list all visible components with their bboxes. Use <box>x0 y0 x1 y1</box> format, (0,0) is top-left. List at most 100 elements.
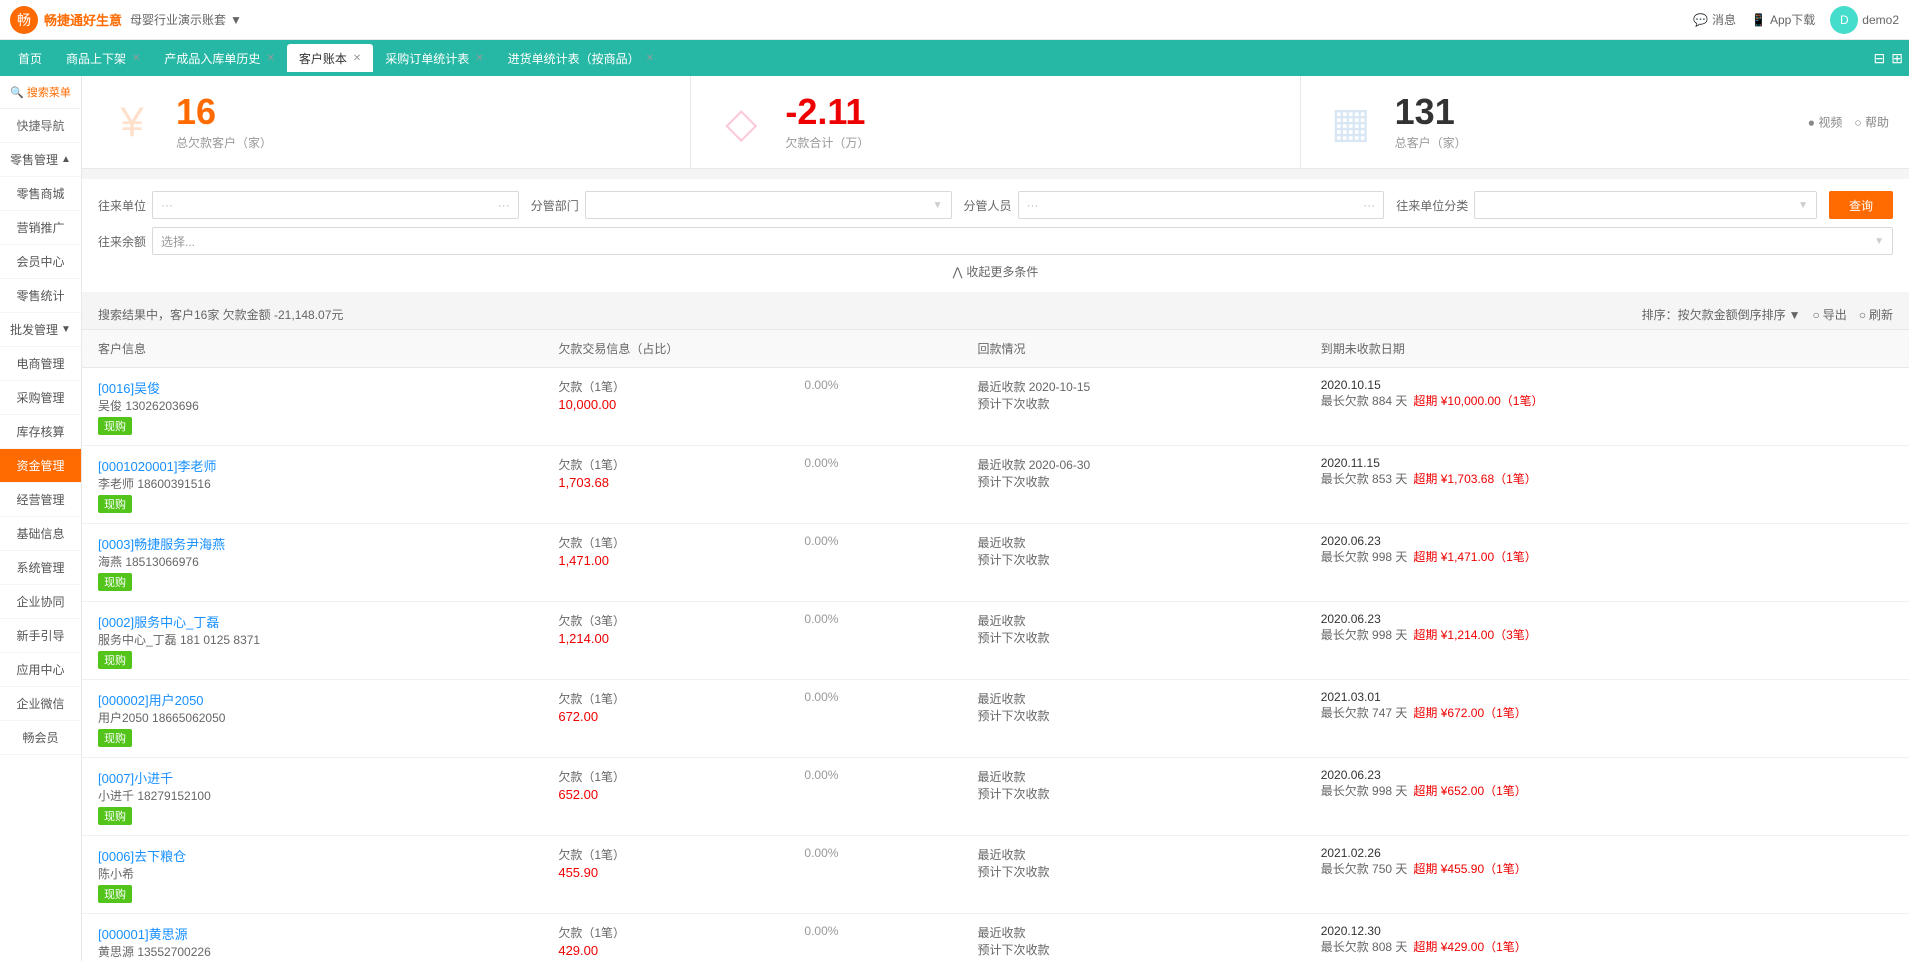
tab-product-history-close[interactable]: ✕ <box>266 53 274 64</box>
store-selector[interactable]: 母婴行业演示账套 ▼ <box>130 11 242 28</box>
overdue-link[interactable]: 超期 ¥1,214.00（3笔） <box>1413 626 1536 643</box>
sidebar-item-guide[interactable]: 新手引导 <box>0 619 81 653</box>
sidebar-item-wholesale[interactable]: 批发管理 ▼ <box>0 313 81 347</box>
due-date-cell: 2020.06.23 最长欠款 998 天 超期 ¥1,471.00（1笔） <box>1305 524 1909 602</box>
sidebar-item-operations[interactable]: 经营管理 <box>0 483 81 517</box>
tab-product-history[interactable]: 产成品入库单历史 ✕ <box>152 44 286 72</box>
overdue-link[interactable]: 超期 ¥429.00（1笔） <box>1413 938 1526 955</box>
sidebar-item-enterprise[interactable]: 企业协同 <box>0 585 81 619</box>
customer-tag: 现购 <box>98 885 132 903</box>
tab-customer-ledger-close[interactable]: ✕ <box>353 53 361 64</box>
stat-card-debt-total: ◇ -2.11 欠款合计（万） <box>691 76 1300 168</box>
customer-name-link[interactable]: [0001020001]李老师 <box>98 459 217 474</box>
user-menu[interactable]: D demo2 <box>1830 6 1899 34</box>
total-customers-icon: ▦ <box>1321 92 1381 152</box>
debt-amount: 10,000.00 <box>558 397 760 412</box>
chevron-down-icon: ▼ <box>230 13 242 27</box>
sidebar-item-ecommerce-label: 电商管理 <box>16 355 64 372</box>
chevron-up-icon: ⋀ <box>953 265 963 279</box>
sidebar-item-app-center[interactable]: 应用中心 <box>0 653 81 687</box>
sidebar-item-inventory[interactable]: 库存核算 <box>0 415 81 449</box>
due-date-cell: 2020.06.23 最长欠款 998 天 超期 ¥652.00（1笔） <box>1305 758 1909 836</box>
app-download-button[interactable]: 📱 App下载 <box>1751 11 1815 28</box>
tab-customer-ledger[interactable]: 客户账本 ✕ <box>287 44 373 72</box>
tab-product-listing-close[interactable]: ✕ <box>132 53 140 64</box>
tab-purchase-stats-label: 进货单统计表（按商品） <box>508 50 640 67</box>
overdue-link[interactable]: 超期 ¥1,471.00（1笔） <box>1413 548 1536 565</box>
customer-name-link[interactable]: [000002]用户2050 <box>98 693 204 708</box>
tab-product-listing[interactable]: 商品上下架 ✕ <box>54 44 152 72</box>
balance-select[interactable]: 选择... ▼ <box>152 227 1893 255</box>
chevron-down-icon: ▼ <box>1789 308 1801 322</box>
collapse-button[interactable]: ⋀ 收起更多条件 <box>953 263 1039 280</box>
debt-amount: 652.00 <box>558 787 760 802</box>
customer-name-link[interactable]: [0002]服务中心_丁磊 <box>98 615 219 630</box>
debt-info-cell: 欠款（1笔） 10,000.00 <box>542 368 776 446</box>
tab-minimize-icon[interactable]: ⊟ <box>1874 50 1886 67</box>
unit-class-select[interactable]: ▼ <box>1474 191 1817 219</box>
customer-name-link[interactable]: [0007]小进千 <box>98 771 173 786</box>
sidebar-item-purchase[interactable]: 采购管理 <box>0 381 81 415</box>
sidebar-item-retail-mall[interactable]: 零售商城 <box>0 177 81 211</box>
tab-home[interactable]: 首页 <box>6 44 54 72</box>
tab-purchase-order[interactable]: 采购订单统计表 ✕ <box>373 44 495 72</box>
debt-count: 欠款（1笔） <box>558 534 760 551</box>
sidebar-item-quick-nav[interactable]: 快捷导航 <box>0 109 81 143</box>
overdue-link[interactable]: 超期 ¥1,703.68（1笔） <box>1413 470 1536 487</box>
sidebar-item-operations-label: 经营管理 <box>16 491 64 508</box>
sidebar-item-inventory-label: 库存核算 <box>16 423 64 440</box>
mobile-icon: 📱 <box>1751 13 1766 27</box>
customer-name-link[interactable]: [000001]黄思源 <box>98 927 188 942</box>
video-help-button[interactable]: ● 视频 <box>1808 114 1843 131</box>
debt-percentage-cell: 0.00% <box>776 758 961 836</box>
overdue-link[interactable]: 超期 ¥652.00（1笔） <box>1413 782 1526 799</box>
debt-info-cell: 欠款（1笔） 652.00 <box>542 758 776 836</box>
export-button[interactable]: ○ 导出 <box>1812 306 1846 323</box>
from-unit-input[interactable]: ··· ··· <box>152 191 519 219</box>
refresh-button[interactable]: ○ 刷新 <box>1859 306 1893 323</box>
sidebar-item-marketing[interactable]: 营销推广 <box>0 211 81 245</box>
customer-phone: 用户2050 18665062050 <box>98 711 225 725</box>
sidebar-quick-nav-label: 快捷导航 <box>16 117 64 134</box>
sidebar-item-vip[interactable]: 畅会员 <box>0 721 81 755</box>
chevron-down-icon: ▼ <box>933 200 943 211</box>
customer-name-link[interactable]: [0006]去下粮仓 <box>98 849 186 864</box>
dept-select[interactable]: ▼ <box>585 191 952 219</box>
table-row: [000001]黄思源 黄思源 13552700226 现购 欠款（1笔） 42… <box>82 914 1909 961</box>
customer-tag: 现购 <box>98 807 132 825</box>
sidebar-item-wechat[interactable]: 企业微信 <box>0 687 81 721</box>
overdue-link[interactable]: 超期 ¥10,000.00（1笔） <box>1413 392 1543 409</box>
tab-expand-icon[interactable]: ⊞ <box>1891 50 1903 67</box>
sidebar-item-ecommerce[interactable]: 电商管理 <box>0 347 81 381</box>
sidebar-search[interactable]: 🔍 搜索菜单 <box>0 76 81 109</box>
help-button[interactable]: ○ 帮助 <box>1854 114 1889 131</box>
sidebar-item-finance[interactable]: 资金管理 <box>0 449 81 483</box>
sidebar-item-basic-info[interactable]: 基础信息 <box>0 517 81 551</box>
message-button[interactable]: 💬 消息 <box>1693 11 1736 28</box>
debt-customers-icon: ¥ <box>102 92 162 152</box>
person-input[interactable]: ··· ··· <box>1018 191 1385 219</box>
debt-percentage-cell: 0.00% <box>776 368 961 446</box>
customer-name-link[interactable]: [0016]吴俊 <box>98 381 160 396</box>
customer-name-link[interactable]: [0003]畅捷服务尹海燕 <box>98 537 225 552</box>
tab-purchase-stats[interactable]: 进货单统计表（按商品） ✕ <box>496 44 666 72</box>
sidebar-item-system[interactable]: 系统管理 <box>0 551 81 585</box>
sidebar-item-members[interactable]: 会员中心 <box>0 245 81 279</box>
more-icon: ··· <box>1363 198 1375 212</box>
main-layout: 🔍 搜索菜单 快捷导航 零售管理 ▲ 零售商城 营销推广 会员中心 零售统计 <box>0 76 1909 961</box>
sort-selector[interactable]: 排序：按欠款金额倒序排序 ▼ <box>1642 306 1801 323</box>
debt-info-cell: 欠款（1笔） 1,703.68 <box>542 446 776 524</box>
sidebar-item-retail-mgmt[interactable]: 零售管理 ▲ <box>0 143 81 177</box>
table-row: [0016]吴俊 吴俊 13026203696 现购 欠款（1笔） 10,000… <box>82 368 1909 446</box>
overdue-link[interactable]: 超期 ¥672.00（1笔） <box>1413 704 1526 721</box>
due-date-cell: 2021.02.26 最长欠款 750 天 超期 ¥455.90（1笔） <box>1305 836 1909 914</box>
sidebar-item-vip-label: 畅会员 <box>22 729 58 746</box>
tab-purchase-stats-close[interactable]: ✕ <box>646 53 654 64</box>
collection-cell: 最近收款 预计下次收款 <box>961 914 1304 961</box>
tab-purchase-order-close[interactable]: ✕ <box>475 53 483 64</box>
customer-phone: 服务中心_丁磊 181 0125 8371 <box>98 633 260 647</box>
overdue-link[interactable]: 超期 ¥455.90（1笔） <box>1413 860 1526 877</box>
sidebar-item-retail-stats[interactable]: 零售统计 <box>0 279 81 313</box>
chevron-down-icon: ▼ <box>1798 200 1808 211</box>
search-button[interactable]: 查询 <box>1829 191 1893 219</box>
